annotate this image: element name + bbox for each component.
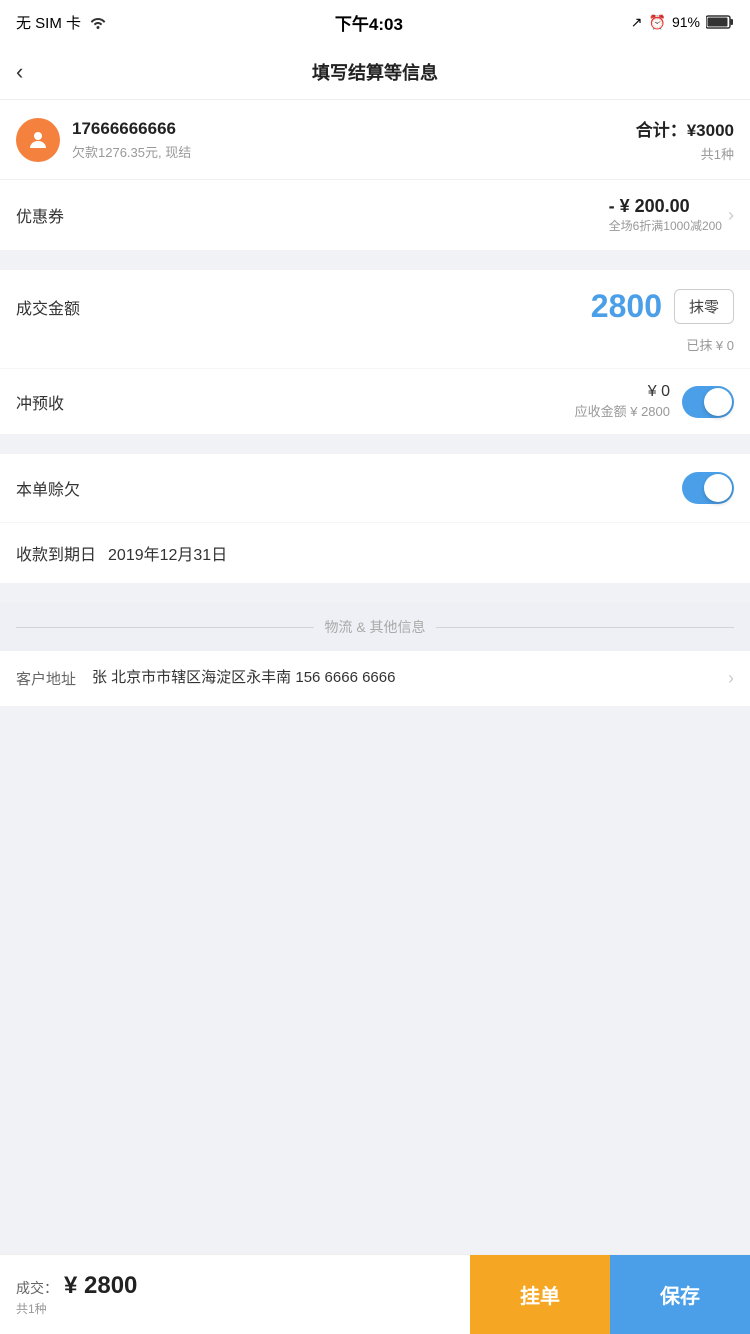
status-left: 无 SIM 卡 [16, 12, 107, 33]
customer-info: 17666666666 欠款1276.35元, 现结 [72, 119, 636, 161]
bottom-bar: 成交： ¥ 2800 共1种 挂单 保存 [0, 1254, 750, 1334]
battery-label: 91% [672, 14, 700, 30]
status-right: ↗ ⏰ 91% [631, 14, 734, 31]
amount-right: 2800 抹零 [591, 288, 734, 325]
customer-total: 合计：¥3000 共1种 [636, 116, 734, 163]
divider-line-right [436, 627, 734, 628]
battery-icon [706, 15, 734, 29]
coupon-row[interactable]: 优惠券 - ¥ 200.00 全场6折满1000减200 › [0, 180, 750, 250]
coupon-info: - ¥ 200.00 全场6折满1000减200 [609, 196, 722, 234]
back-button[interactable]: ‹ [16, 59, 23, 85]
due-date-row: 收款到期日 2019年12月31日 [0, 522, 750, 583]
prepay-toggle-wrap: ¥ 0 应收金额 ¥ 2800 [575, 383, 734, 420]
due-date-value: 2019年12月31日 [108, 541, 227, 565]
coupon-discount: - ¥ 200.00 [609, 196, 722, 217]
customer-sub: 欠款1276.35元, 现结 [72, 142, 636, 161]
prepay-sub: 应收金额 ¥ 2800 [575, 401, 670, 420]
customer-phone: 17666666666 [72, 119, 636, 139]
logistics-divider: 物流 & 其他信息 [0, 603, 750, 651]
address-row[interactable]: 客户地址 张 北京市市辖区海淀区永丰南 156 6666 6666 › [0, 651, 750, 706]
bottom-deal-row: 成交： ¥ 2800 [16, 1272, 454, 1300]
customer-row: 17666666666 欠款1276.35元, 现结 合计：¥3000 共1种 [0, 100, 750, 180]
debt-toggle[interactable] [682, 472, 734, 504]
total-sub: 共1种 [636, 144, 734, 163]
prepay-toggle[interactable] [682, 386, 734, 418]
prepay-label: 冲预收 [16, 390, 64, 414]
section-separator-2 [0, 444, 750, 454]
divider-line-left [16, 627, 314, 628]
round-button[interactable]: 抹零 [674, 289, 734, 324]
no-sim-label: 无 SIM 卡 [16, 12, 81, 33]
location-icon: ↗ [631, 14, 643, 31]
hold-button[interactable]: 挂单 [470, 1255, 610, 1334]
coupon-label: 优惠券 [16, 203, 64, 227]
total-amount: 合计：¥3000 [636, 116, 734, 141]
debt-toggle-knob [704, 474, 732, 502]
bottom-info: 成交： ¥ 2800 共1种 [0, 1272, 470, 1317]
amount-row: 成交金额 2800 抹零 [0, 270, 750, 331]
debt-card: 本单赊欠 收款到期日 2019年12月31日 [0, 454, 750, 583]
coupon-chevron-icon: › [728, 205, 734, 226]
status-bar: 无 SIM 卡 下午4:03 ↗ ⏰ 91% [0, 0, 750, 44]
page-title: 填写结算等信息 [312, 59, 438, 85]
coupon-right: - ¥ 200.00 全场6折满1000减200 › [609, 196, 734, 234]
prepay-info: ¥ 0 应收金额 ¥ 2800 [575, 383, 670, 420]
avatar [16, 118, 60, 162]
address-chevron-icon: › [728, 668, 734, 689]
debt-row: 本单赊欠 [0, 454, 750, 522]
bottom-deal-label: 成交： [16, 1278, 58, 1298]
section-separator-3 [0, 593, 750, 603]
save-button[interactable]: 保存 [610, 1255, 750, 1334]
bottom-spacer [0, 706, 750, 806]
due-date-label: 收款到期日 [16, 541, 96, 565]
wifi-icon [89, 15, 107, 29]
prepay-amount: ¥ 0 [575, 383, 670, 401]
customer-card: 17666666666 欠款1276.35元, 现结 合计：¥3000 共1种 … [0, 100, 750, 250]
bottom-sub: 共1种 [16, 1300, 454, 1317]
toggle-knob [704, 388, 732, 416]
nav-bar: ‹ 填写结算等信息 [0, 44, 750, 100]
deal-amount-card: 成交金额 2800 抹零 已抹 ¥ 0 冲预收 ¥ 0 应收金额 ¥ 2800 [0, 270, 750, 434]
status-time: 下午4:03 [335, 10, 403, 35]
already-rounded: 已抹 ¥ 0 [0, 331, 750, 368]
logistics-label: 物流 & 其他信息 [324, 617, 425, 637]
deal-amount-value: 2800 [591, 288, 662, 325]
bottom-amount: ¥ 2800 [64, 1272, 137, 1300]
person-icon [26, 128, 50, 152]
deal-amount-label: 成交金额 [16, 295, 80, 319]
address-value: 张 北京市市辖区海淀区永丰南 156 6666 6666 [92, 667, 728, 690]
coupon-sub: 全场6折满1000减200 [609, 217, 722, 234]
prepay-row: 冲预收 ¥ 0 应收金额 ¥ 2800 [0, 368, 750, 434]
address-label: 客户地址 [16, 668, 76, 689]
section-separator-1 [0, 260, 750, 270]
content-area: 17666666666 欠款1276.35元, 现结 合计：¥3000 共1种 … [0, 100, 750, 806]
debt-label: 本单赊欠 [16, 476, 80, 500]
alarm-icon: ⏰ [649, 14, 666, 31]
